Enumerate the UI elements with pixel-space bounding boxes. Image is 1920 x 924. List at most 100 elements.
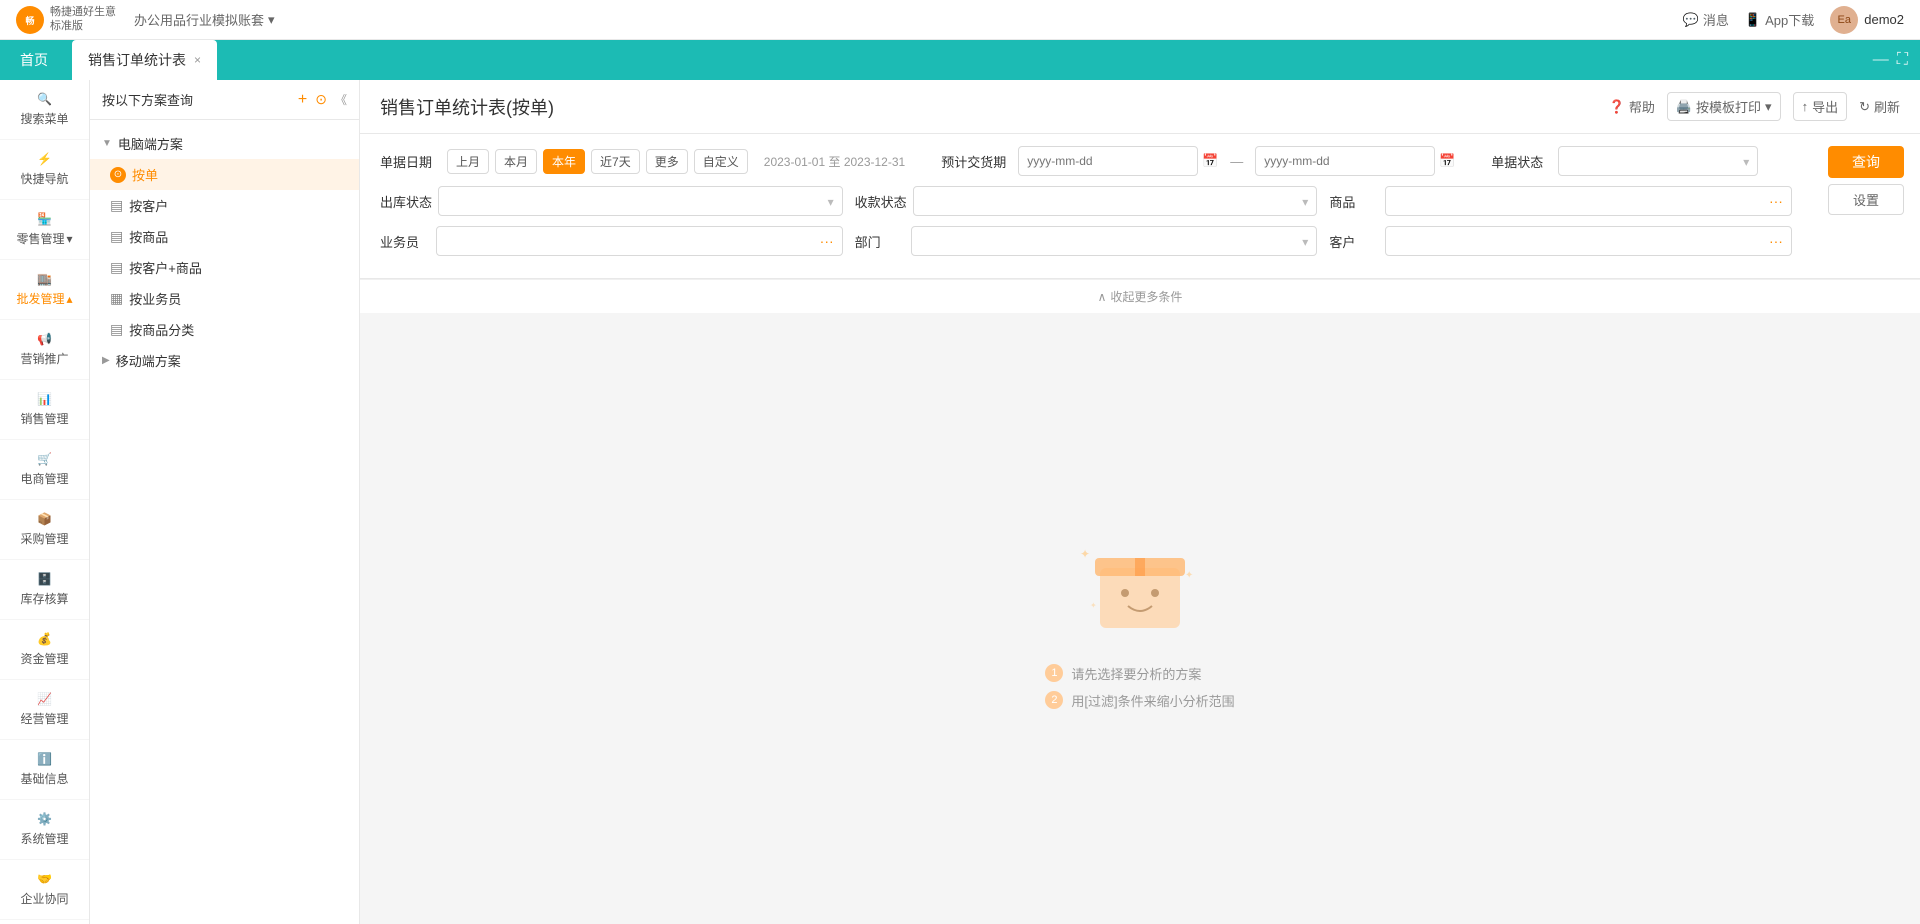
tree-item-by-product-category[interactable]: ▤ 按商品分类 <box>90 314 359 345</box>
customer-dots-icon[interactable]: ··· <box>1769 233 1783 249</box>
tree-item-label: 按客户 <box>129 196 168 215</box>
filter-row-1: 单据日期 上月 本月 本年 近7天 更多 自定义 2023-01-01 至 20… <box>380 146 1792 176</box>
sidebar-item-wholesale[interactable]: 🏬 批发管理 ▴ <box>0 260 89 320</box>
sidebar-item-label: 快捷导航 <box>20 170 68 187</box>
top-bar-left: 畅 畅捷通好生意 标准版 办公用品行业模拟账套 ▾ <box>16 6 283 34</box>
salesman-dots-icon[interactable]: ··· <box>820 233 834 249</box>
collapse-panel-button[interactable]: 《 <box>335 91 347 108</box>
sidebar-item-label: 库存核算 <box>20 590 68 607</box>
last-month-btn[interactable]: 上月 <box>447 149 489 174</box>
sidebar-item-sales[interactable]: 📊 销售管理 <box>0 380 89 440</box>
message-button[interactable]: 💬 消息 <box>1683 10 1729 29</box>
tree-parent-label: 电脑端方案 <box>118 134 183 153</box>
sidebar-item-newbie[interactable]: 🌟 新手引导 <box>0 920 89 924</box>
tree-item-by-customer[interactable]: ▤ 按客户 <box>90 190 359 221</box>
sidebar-item-basics[interactable]: ℹ️ 基础信息 <box>0 740 89 800</box>
top-bar-right: 💬 消息 📱 App下载 Ea demo2 <box>1683 6 1904 34</box>
date-separator: — <box>1230 154 1243 169</box>
sidebar-item-search-menu[interactable]: 🔍 搜索菜单 <box>0 80 89 140</box>
refresh-button[interactable]: ↻ 刷新 <box>1859 97 1900 116</box>
empty-state: ✦ ✦ ✦ 1 请先选择要分析的方案 2 用[过滤]条件来缩小分析范围 <box>360 313 1920 924</box>
tree-children-pc: ⊙ 按单 ▤ 按客户 ▤ 按商品 ▤ 按客户+商品 <box>90 159 359 345</box>
settings-scheme-button[interactable]: ⊙ <box>315 91 327 108</box>
message-label: 消息 <box>1703 10 1729 29</box>
sidebar-item-enterprise[interactable]: 🤝 企业协同 <box>0 860 89 920</box>
tree-item-by-customer-product[interactable]: ▤ 按客户+商品 <box>90 252 359 283</box>
chevron-down-icon: ▾ <box>268 12 275 28</box>
goods-label: 商品 <box>1329 192 1379 211</box>
help-button[interactable]: ❓ 帮助 <box>1609 97 1655 116</box>
app-selector-label: 办公用品行业模拟账套 <box>134 10 264 29</box>
tab-active[interactable]: 销售订单统计表 × <box>72 40 217 80</box>
chevron-down-icon <box>1302 234 1308 249</box>
maximize-icon[interactable]: ⛶ <box>1897 51 1908 69</box>
collapse-row[interactable]: ∧ 收起更多条件 <box>360 279 1920 313</box>
sidebar-item-ecommerce[interactable]: 🛒 电商管理 <box>0 440 89 500</box>
sidebar-item-finance[interactable]: 💰 资金管理 <box>0 620 89 680</box>
empty-tip-1: 1 请先选择要分析的方案 <box>1045 664 1201 683</box>
user-area[interactable]: Ea demo2 <box>1830 6 1904 34</box>
date-start-input[interactable] <box>1018 146 1198 176</box>
tree-parent-mobile[interactable]: ▶ 移动端方案 <box>90 345 359 376</box>
calendar-end-icon[interactable]: 📅 <box>1439 153 1455 169</box>
query-button[interactable]: 查询 <box>1828 146 1904 178</box>
sidebar-item-retail[interactable]: 🏪 零售管理 ▾ <box>0 200 89 260</box>
operations-icon: 📈 <box>37 692 52 706</box>
sidebar-item-label: 资金管理 <box>20 650 68 667</box>
logo-text: 畅捷通好生意 标准版 <box>50 6 116 32</box>
doc-status-select-wrapper <box>1558 146 1792 176</box>
left-panel: 按以下方案查询 + ⊙ 《 ▼ 电脑端方案 ⊙ 按单 ▤ <box>90 80 360 924</box>
tab-close-button[interactable]: × <box>194 53 201 67</box>
goods-input[interactable]: ··· <box>1385 186 1792 216</box>
last-7-days-btn[interactable]: 近7天 <box>591 149 640 174</box>
app-selector[interactable]: 办公用品行业模拟账套 ▾ <box>126 6 283 33</box>
minimize-icon[interactable]: — <box>1873 51 1889 69</box>
tree-item-label: 按单 <box>132 165 158 184</box>
top-bar: 畅 畅捷通好生意 标准版 办公用品行业模拟账套 ▾ 💬 消息 📱 App下载 E… <box>0 0 1920 40</box>
sidebar-item-label: 经营管理 <box>20 710 68 727</box>
date-end-input[interactable] <box>1255 146 1435 176</box>
goods-cell: 商品 ··· <box>1329 186 1792 216</box>
export-button[interactable]: ↑ 导出 <box>1793 92 1848 121</box>
collapse-label: 收起更多条件 <box>1110 288 1182 305</box>
this-month-btn[interactable]: 本月 <box>495 149 537 174</box>
sidebar-item-system[interactable]: ⚙️ 系统管理 <box>0 800 89 860</box>
tree-area: ▼ 电脑端方案 ⊙ 按单 ▤ 按客户 ▤ 按商品 <box>90 120 359 924</box>
more-date-btn[interactable]: 更多 <box>646 149 688 174</box>
goods-dots-icon[interactable]: ··· <box>1769 193 1783 209</box>
doc-status-select[interactable] <box>1558 146 1758 176</box>
tree-item-by-order[interactable]: ⊙ 按单 <box>90 159 359 190</box>
salesman-input[interactable]: ··· <box>436 226 843 256</box>
this-year-btn[interactable]: 本年 <box>543 149 585 174</box>
sidebar-item-purchase[interactable]: 📦 采购管理 <box>0 500 89 560</box>
tree-item-by-product[interactable]: ▤ 按商品 <box>90 221 359 252</box>
app-download-button[interactable]: 📱 App下载 <box>1745 10 1814 29</box>
tree-item-by-salesman[interactable]: ▦ 按业务员 <box>90 283 359 314</box>
purchase-icon: 📦 <box>37 512 52 526</box>
sidebar-item-marketing[interactable]: 📢 营销推广 <box>0 320 89 380</box>
svg-text:✦: ✦ <box>1080 547 1090 561</box>
sidebar-item-operations[interactable]: 📈 经营管理 <box>0 680 89 740</box>
refresh-icon: ↻ <box>1859 99 1870 115</box>
add-scheme-button[interactable]: + <box>298 91 307 109</box>
user-name: demo2 <box>1864 12 1904 27</box>
print-label: 按模板打印 <box>1696 97 1761 116</box>
settings-button[interactable]: 设置 <box>1828 184 1904 215</box>
calendar-start-icon[interactable]: 📅 <box>1202 153 1218 169</box>
wholesale-icon: 🏬 <box>37 272 52 286</box>
payment-status-select[interactable] <box>913 186 1318 216</box>
sidebar-item-quick-nav[interactable]: ⚡ 快捷导航 <box>0 140 89 200</box>
delivery-status-select[interactable] <box>438 186 843 216</box>
department-select[interactable] <box>911 226 1318 256</box>
empty-tip-2: 2 用[过滤]条件来缩小分析范围 <box>1045 691 1234 710</box>
customer-input[interactable]: ··· <box>1385 226 1792 256</box>
tree-expand-icon: ▼ <box>102 138 112 149</box>
sidebar-item-inventory[interactable]: 🗄️ 库存核算 <box>0 560 89 620</box>
tree-parent-pc[interactable]: ▼ 电脑端方案 <box>90 128 359 159</box>
empty-svg: ✦ ✦ ✦ <box>1070 528 1210 648</box>
custom-date-btn[interactable]: 自定义 <box>694 149 748 174</box>
print-button[interactable]: 🖨️ 按模板打印 ▾ <box>1667 92 1781 121</box>
tab-home[interactable]: 首页 <box>0 40 68 80</box>
print-icon: 🖨️ <box>1676 99 1692 115</box>
print-chevron-icon: ▾ <box>1765 99 1772 115</box>
